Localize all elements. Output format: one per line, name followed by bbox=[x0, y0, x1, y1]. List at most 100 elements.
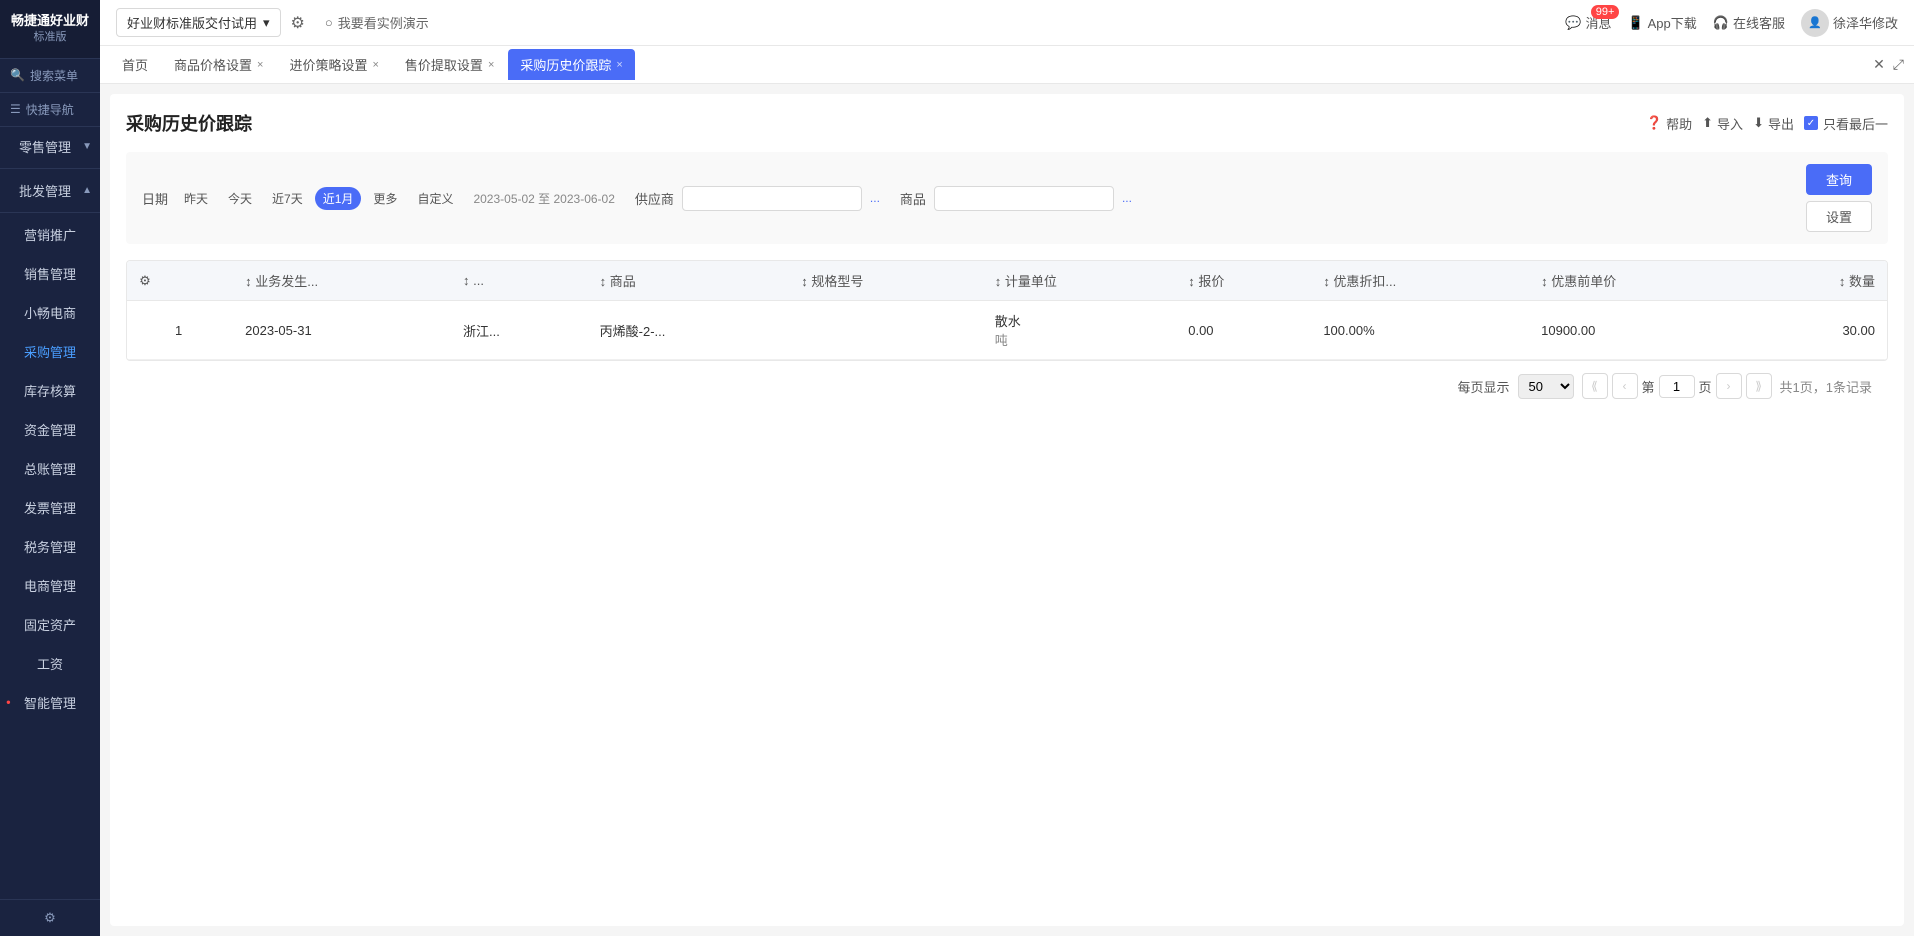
app-download-btn[interactable]: 📱 App下载 bbox=[1627, 13, 1696, 32]
page-wrapper: 采购历史价跟踪 ❓ 帮助 ⬆ 导入 ⬇ 导出 ✓ bbox=[110, 94, 1904, 926]
filter-settings-btn[interactable]: 设置 bbox=[1806, 201, 1872, 232]
goods-more-btn[interactable]: ... bbox=[1122, 191, 1132, 205]
sidebar-item-accounting[interactable]: 总账管理 bbox=[0, 449, 100, 488]
message-btn[interactable]: 💬 消息 99+ bbox=[1565, 13, 1611, 32]
demo-btn[interactable]: ○ 我要看实例演示 bbox=[325, 13, 429, 32]
tab-price-close[interactable]: × bbox=[257, 59, 263, 71]
export-btn[interactable]: ⬇ 导出 bbox=[1753, 114, 1794, 133]
sidebar-wholesale-label: 批发管理 bbox=[8, 181, 82, 200]
version-selector[interactable]: 好业财标准版交付试用 ▾ bbox=[116, 8, 281, 37]
row-discount: 100.00% bbox=[1311, 301, 1529, 360]
tab-sale-price[interactable]: 售价提取设置 × bbox=[393, 49, 506, 80]
sidebar-nav-label: 快捷导航 bbox=[26, 101, 74, 118]
only-last-checkbox[interactable]: ✓ 只看最后一 bbox=[1804, 114, 1888, 133]
export-icon: ⬇ bbox=[1753, 115, 1764, 131]
col-pre-discount-price[interactable]: ↕ 优惠前单价 bbox=[1529, 261, 1752, 301]
sidebar-retail-label: 零售管理 bbox=[8, 137, 82, 156]
tab-home[interactable]: 首页 bbox=[110, 49, 160, 80]
supplier-input[interactable] bbox=[682, 186, 862, 211]
demo-icon: ○ bbox=[325, 15, 333, 30]
sidebar-finance-label: 资金管理 bbox=[8, 420, 92, 439]
import-label: 导入 bbox=[1717, 114, 1743, 133]
sidebar-item-ecommerce-small[interactable]: 小畅电商 bbox=[0, 293, 100, 332]
tabbar: 首页 商品价格设置 × 进价策略设置 × 售价提取设置 × 采购历史价跟踪 × … bbox=[100, 46, 1914, 84]
sidebar-quick-nav[interactable]: ☰ 快捷导航 bbox=[0, 93, 100, 127]
logo-title: 畅捷通好业财 bbox=[8, 12, 92, 30]
row-spec bbox=[789, 301, 982, 360]
sidebar-item-finance[interactable]: 资金管理 bbox=[0, 410, 100, 449]
online-service-btn[interactable]: 🎧 在线客服 bbox=[1713, 13, 1785, 32]
col-settings[interactable]: ⚙ bbox=[127, 261, 163, 301]
help-label: 帮助 bbox=[1666, 114, 1692, 133]
per-page-select[interactable]: 20 50 100 bbox=[1518, 374, 1574, 399]
col-goods-label: ↕ 商品 bbox=[600, 274, 636, 289]
user-btn[interactable]: 👤 徐泽华修改 bbox=[1801, 9, 1898, 37]
sidebar-item-ecommerce[interactable]: 电商管理 bbox=[0, 566, 100, 605]
date-btn-today[interactable]: 今天 bbox=[220, 187, 260, 210]
export-label: 导出 bbox=[1768, 114, 1794, 133]
page-last-btn[interactable]: ⟫ bbox=[1746, 373, 1772, 399]
sidebar-item-inventory[interactable]: 库存核算 bbox=[0, 371, 100, 410]
sidebar-item-purchase[interactable]: 采购管理 bbox=[0, 332, 100, 371]
sidebar-purchase-label: 采购管理 bbox=[8, 342, 92, 361]
tab-purchase-strategy-close[interactable]: × bbox=[372, 59, 378, 71]
date-btn-yesterday[interactable]: 昨天 bbox=[176, 187, 216, 210]
tab-purchase-strategy[interactable]: 进价策略设置 × bbox=[277, 49, 390, 80]
user-name: 徐泽华修改 bbox=[1833, 13, 1898, 32]
tab-close-btn[interactable]: ✕ bbox=[1873, 56, 1885, 73]
supplier-more-btn[interactable]: ... bbox=[870, 191, 880, 205]
page-input[interactable] bbox=[1659, 375, 1695, 398]
page-nav: ⟪ ‹ 第 页 › ⟫ bbox=[1582, 373, 1772, 399]
col-unit[interactable]: ↕ 计量单位 bbox=[983, 261, 1176, 301]
col-spec[interactable]: ↕ 规格型号 bbox=[789, 261, 982, 301]
page-prev-btn[interactable]: ‹ bbox=[1612, 373, 1638, 399]
page-first-btn[interactable]: ⟪ bbox=[1582, 373, 1608, 399]
pagination: 每页显示 20 50 100 ⟪ ‹ 第 页 › ⟫ 共1页，1条记录 bbox=[126, 361, 1888, 411]
sidebar-search[interactable]: 🔍 搜索菜单 bbox=[0, 59, 100, 93]
settings-icon: ⚙ bbox=[44, 910, 56, 925]
sidebar-item-sales[interactable]: 销售管理 bbox=[0, 254, 100, 293]
tab-purchase-history-close[interactable]: × bbox=[616, 59, 622, 71]
tab-expand-btn[interactable]: ⤢ bbox=[1893, 56, 1904, 73]
sidebar-item-marketing[interactable]: 营销推广 bbox=[0, 215, 100, 254]
col-goods[interactable]: ↕ 商品 bbox=[588, 261, 790, 301]
query-btn[interactable]: 查询 bbox=[1806, 164, 1872, 195]
help-btn[interactable]: ❓ 帮助 bbox=[1646, 114, 1692, 133]
import-btn[interactable]: ⬆ 导入 bbox=[1702, 114, 1743, 133]
page-next-btn[interactable]: › bbox=[1716, 373, 1742, 399]
date-btn-last7[interactable]: 近7天 bbox=[264, 187, 311, 210]
date-btn-more[interactable]: 更多 bbox=[365, 187, 405, 210]
sidebar-item-payroll[interactable]: 工资 bbox=[0, 644, 100, 683]
date-btn-last1month[interactable]: 近1月 bbox=[315, 187, 362, 210]
message-icon: 💬 bbox=[1565, 15, 1581, 31]
sidebar-item-tax[interactable]: 税务管理 bbox=[0, 527, 100, 566]
app-download-label: App下载 bbox=[1648, 13, 1697, 32]
col-quote[interactable]: ↕ 报价 bbox=[1176, 261, 1311, 301]
sidebar-item-retail[interactable]: 零售管理 ▼ bbox=[0, 127, 100, 166]
sidebar-item-invoice[interactable]: 发票管理 bbox=[0, 488, 100, 527]
col-qty[interactable]: ↕ 数量 bbox=[1752, 261, 1887, 301]
goods-input[interactable] bbox=[934, 186, 1114, 211]
date-btn-custom[interactable]: 自定义 bbox=[409, 187, 461, 210]
checkbox-icon: ✓ bbox=[1804, 116, 1818, 130]
sidebar-settings-btn[interactable]: ⚙ bbox=[0, 899, 100, 936]
tab-purchase-history[interactable]: 采购历史价跟踪 × bbox=[508, 49, 634, 80]
date-label: 日期 bbox=[142, 189, 168, 208]
col-biz-date[interactable]: ↕ 业务发生... bbox=[233, 261, 451, 301]
sidebar-item-wholesale[interactable]: 批发管理 ▲ bbox=[0, 171, 100, 210]
row-biz-date: 2023-05-31 bbox=[233, 301, 451, 360]
retail-arrow: ▼ bbox=[82, 141, 92, 152]
col-discount[interactable]: ↕ 优惠折扣... bbox=[1311, 261, 1529, 301]
date-range-display: 2023-05-02 至 2023-06-02 bbox=[473, 190, 614, 207]
sidebar-item-smart[interactable]: 智能管理 bbox=[0, 683, 100, 722]
date-filter-group: 日期 昨天 今天 近7天 近1月 更多 自定义 2023-05-02 至 202… bbox=[142, 187, 615, 210]
topbar-settings-btn[interactable]: ⚙ bbox=[291, 13, 305, 33]
sidebar-item-assets[interactable]: 固定资产 bbox=[0, 605, 100, 644]
page-actions: ❓ 帮助 ⬆ 导入 ⬇ 导出 ✓ 只看最后一 bbox=[1646, 114, 1888, 133]
tab-price[interactable]: 商品价格设置 × bbox=[162, 49, 275, 80]
nav-icon: ☰ bbox=[10, 102, 21, 116]
table-row: 1 2023-05-31 浙江... 丙烯酸-2-... 散水吨 0.00 10… bbox=[127, 301, 1887, 360]
col-more[interactable]: ↕ ... bbox=[451, 261, 588, 301]
search-icon: 🔍 bbox=[10, 68, 25, 82]
tab-sale-price-close[interactable]: × bbox=[488, 59, 494, 71]
